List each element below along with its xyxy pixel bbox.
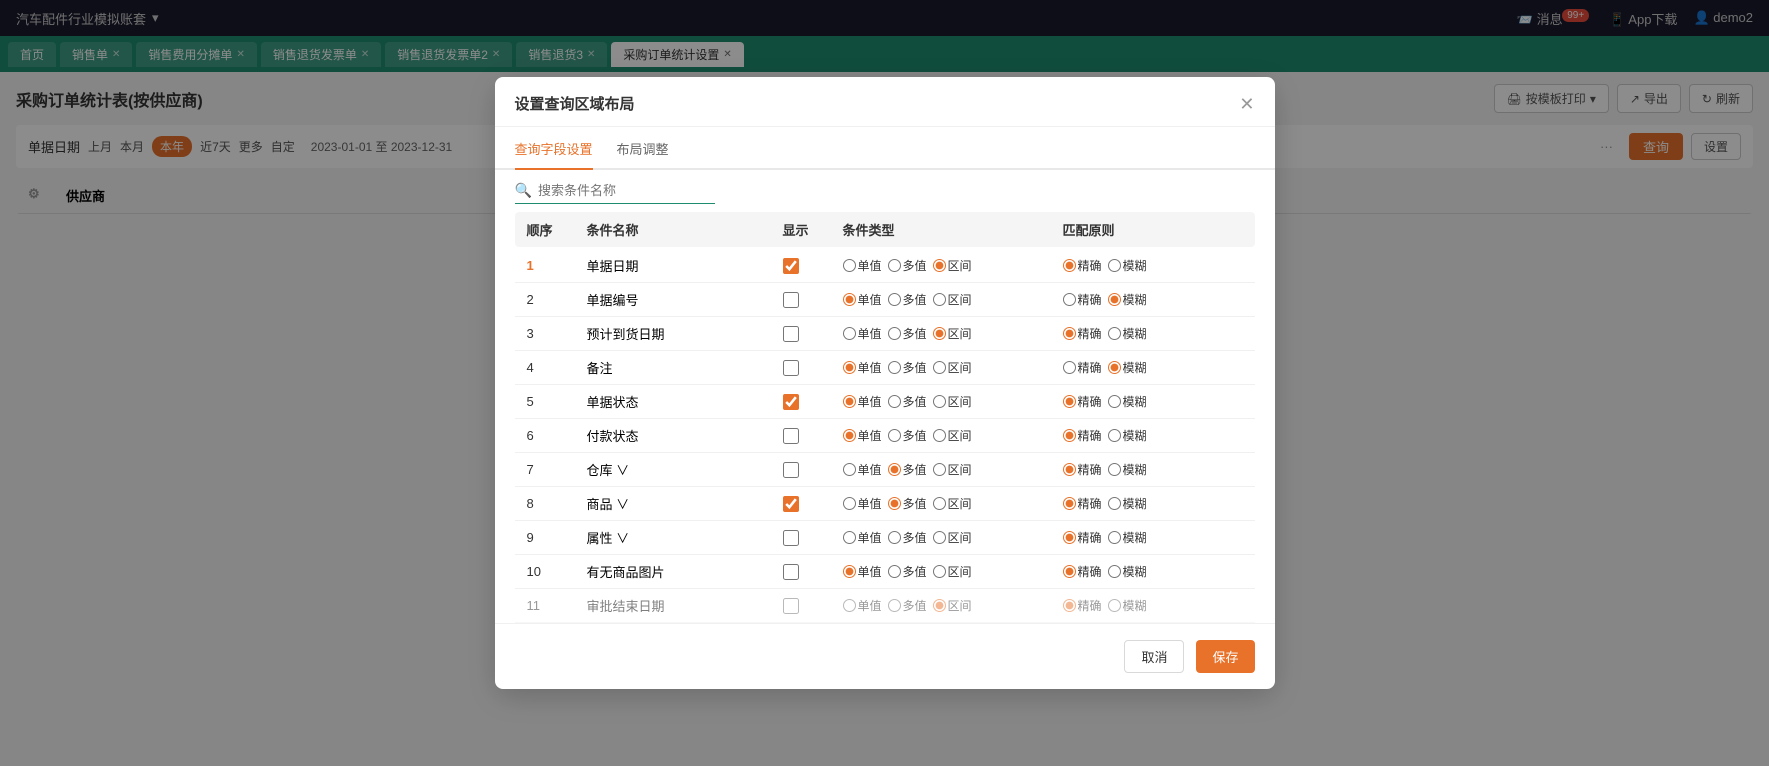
table-row: 9 属性 ∨ 单值 多值 区间 精确 模糊 bbox=[515, 521, 1255, 555]
display-cb-4[interactable] bbox=[783, 360, 799, 376]
cancel-btn[interactable]: 取消 bbox=[1124, 640, 1184, 673]
match-rule-7: 精确 模糊 bbox=[1063, 461, 1243, 478]
search-wrap: 🔍 bbox=[515, 182, 715, 204]
dialog-title: 设置查询区域布局 bbox=[515, 93, 635, 114]
search-input[interactable] bbox=[538, 183, 708, 198]
table-row: 4 备注 单值 多值 区间 精确 模糊 bbox=[515, 351, 1255, 385]
dialog-body: 查询字段设置 布局调整 🔍 顺序 条件名称 显示 bbox=[495, 127, 1275, 623]
dialog-header: 设置查询区域布局 ✕ bbox=[495, 77, 1275, 127]
modal-overlay: 设置查询区域布局 ✕ 查询字段设置 布局调整 🔍 bbox=[0, 0, 1769, 766]
table-row: 3 预计到货日期 单值 多值 区间 精确 模糊 bbox=[515, 317, 1255, 351]
match-rule-9: 精确 模糊 bbox=[1063, 529, 1243, 546]
display-cb-7[interactable] bbox=[783, 462, 799, 478]
match-rule-11: 精确 模糊 bbox=[1063, 597, 1243, 614]
table-row: 6 付款状态 单值 多值 区间 精确 模糊 bbox=[515, 419, 1255, 453]
match-rule-8: 精确 模糊 bbox=[1063, 495, 1243, 512]
tab-query-fields[interactable]: 查询字段设置 bbox=[515, 139, 593, 170]
cond-type-9: 单值 多值 区间 bbox=[843, 529, 1063, 546]
search-icon: 🔍 bbox=[515, 182, 532, 199]
cond-type-2: 单值 多值 区间 bbox=[843, 291, 1063, 308]
match-rule-2: 精确 模糊 bbox=[1063, 291, 1243, 308]
table-row: 8 商品 ∨ 单值 多值 区间 精确 模糊 bbox=[515, 487, 1255, 521]
cond-type-7: 单值 多值 区间 bbox=[843, 461, 1063, 478]
dialog-close-btn[interactable]: ✕ bbox=[1239, 95, 1254, 113]
display-cb-2[interactable] bbox=[783, 292, 799, 308]
table-row: 11 审批结束日期 单值 多值 区间 精确 模糊 bbox=[515, 589, 1255, 623]
display-cb-6[interactable] bbox=[783, 428, 799, 444]
dialog-footer: 取消 保存 bbox=[495, 623, 1275, 689]
dialog: 设置查询区域布局 ✕ 查询字段设置 布局调整 🔍 bbox=[495, 77, 1275, 689]
table-row: 7 仓库 ∨ 单值 多值 区间 精确 模糊 bbox=[515, 453, 1255, 487]
display-cb-9[interactable] bbox=[783, 530, 799, 546]
display-cb-3[interactable] bbox=[783, 326, 799, 342]
cond-type-10: 单值 多值 区间 bbox=[843, 563, 1063, 580]
save-btn[interactable]: 保存 bbox=[1196, 640, 1254, 673]
display-cb-5[interactable] bbox=[783, 394, 799, 410]
match-rule-6: 精确 模糊 bbox=[1063, 427, 1243, 444]
cond-type-8: 单值 多值 区间 bbox=[843, 495, 1063, 512]
conditions-table: 顺序 条件名称 显示 条件类型 匹配原则 1 单据日期 单值 多值 区间 bbox=[495, 212, 1275, 623]
table-row: 5 单据状态 单值 多值 区间 精确 模糊 bbox=[515, 385, 1255, 419]
table-row: 1 单据日期 单值 多值 区间 精确 模糊 bbox=[515, 249, 1255, 283]
dialog-search-area: 🔍 bbox=[495, 170, 1275, 212]
match-rule-10: 精确 模糊 bbox=[1063, 563, 1243, 580]
table-row: 10 有无商品图片 单值 多值 区间 精确 模糊 bbox=[515, 555, 1255, 589]
cond-type-11: 单值 多值 区间 bbox=[843, 597, 1063, 614]
cond-type-5: 单值 多值 区间 bbox=[843, 393, 1063, 410]
cond-type-3: 单值 多值 区间 bbox=[843, 325, 1063, 342]
match-rule-1: 精确 模糊 bbox=[1063, 257, 1243, 274]
cond-type-6: 单值 多值 区间 bbox=[843, 427, 1063, 444]
match-rule-5: 精确 模糊 bbox=[1063, 393, 1243, 410]
dialog-tab-bar: 查询字段设置 布局调整 bbox=[495, 127, 1275, 170]
display-cb-11[interactable] bbox=[783, 598, 799, 614]
cond-table-header: 顺序 条件名称 显示 条件类型 匹配原则 bbox=[515, 212, 1255, 247]
display-cb-8[interactable] bbox=[783, 496, 799, 512]
table-row: 2 单据编号 单值 多值 区间 精确 模糊 bbox=[515, 283, 1255, 317]
cond-type-1: 单值 多值 区间 bbox=[843, 257, 1063, 274]
match-rule-4: 精确 模糊 bbox=[1063, 359, 1243, 376]
tab-layout-adjust[interactable]: 布局调整 bbox=[617, 139, 669, 170]
cond-type-4: 单值 多值 区间 bbox=[843, 359, 1063, 376]
match-rule-3: 精确 模糊 bbox=[1063, 325, 1243, 342]
display-cb-1[interactable] bbox=[783, 258, 799, 274]
display-cb-10[interactable] bbox=[783, 564, 799, 580]
